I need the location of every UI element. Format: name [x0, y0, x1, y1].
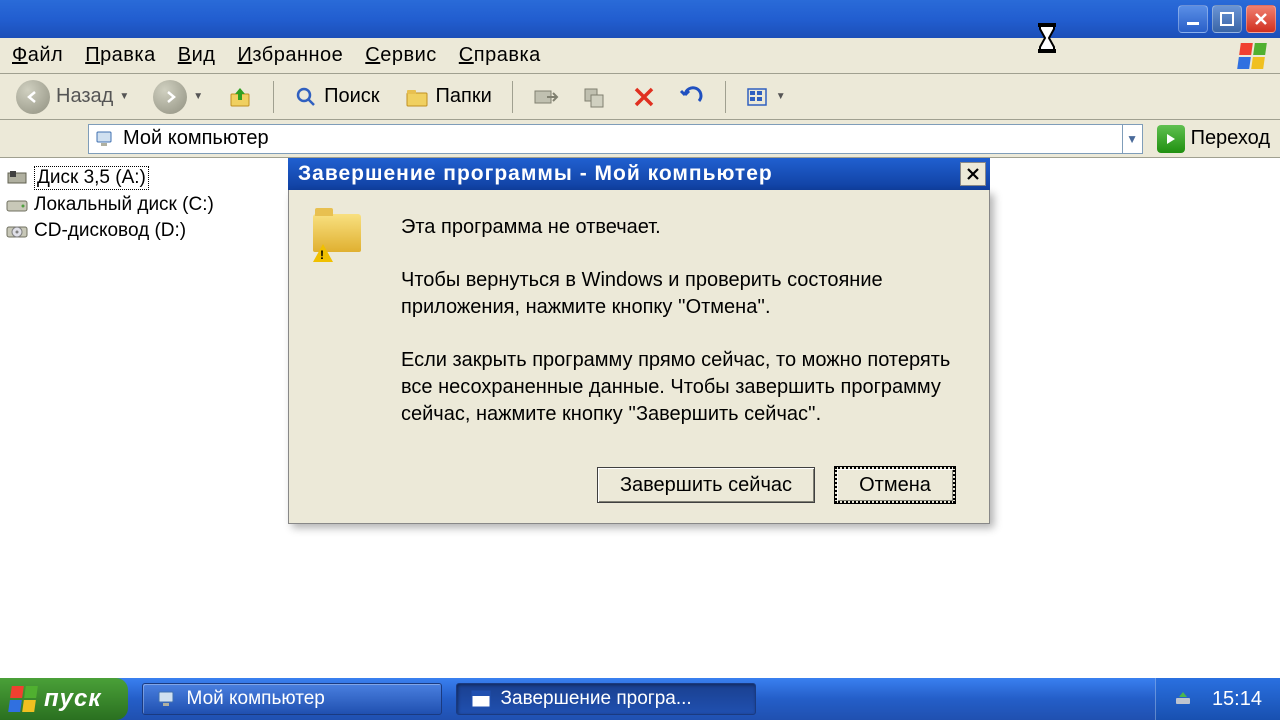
folders-icon [404, 85, 430, 109]
back-arrow-icon [16, 80, 50, 114]
copy-to-icon [583, 85, 609, 109]
my-computer-icon [157, 689, 177, 709]
undo-icon [679, 85, 705, 109]
dialog-line2: Чтобы вернуться в Windows и проверить со… [401, 267, 959, 321]
taskbar-item-explorer[interactable]: Мой компьютер [142, 683, 442, 715]
move-to-icon [533, 85, 559, 109]
up-button[interactable] [219, 80, 261, 114]
views-icon [746, 86, 770, 108]
my-computer-icon [95, 129, 115, 149]
folders-button[interactable]: Папки [396, 81, 500, 113]
end-program-dialog: Завершение программы - Мой компьютер Эта… [288, 158, 990, 524]
dialog-titlebar[interactable]: Завершение программы - Мой компьютер [288, 158, 990, 190]
go-label: Переход [1191, 127, 1270, 150]
toolbar-separator [725, 81, 726, 113]
views-button[interactable]: ▼ [738, 82, 794, 112]
copy-to-button[interactable] [575, 81, 617, 113]
menu-edit[interactable]: Правка [85, 44, 156, 67]
menu-favorites[interactable]: Избранное [237, 44, 343, 67]
back-label: Назад [56, 85, 113, 108]
task-label: Завершение програ... [501, 688, 692, 710]
search-label: Поиск [324, 85, 379, 108]
go-arrow-icon [1157, 125, 1185, 153]
delete-button[interactable] [625, 82, 663, 112]
forward-button[interactable]: ▼ [145, 76, 211, 118]
task-label: Мой компьютер [187, 688, 325, 710]
start-label: пуск [44, 685, 102, 713]
menu-help[interactable]: Справка [459, 44, 541, 67]
toolbar-separator [512, 81, 513, 113]
window-titlebar [0, 0, 1280, 38]
drive-label: Локальный диск (C:) [34, 194, 214, 216]
menu-file[interactable]: Файл [12, 44, 63, 67]
start-button[interactable]: пуск [0, 678, 128, 720]
cd-drive-icon [6, 222, 28, 240]
tray-safely-remove-icon [1174, 690, 1192, 708]
toolbar: Назад ▼ ▼ Поиск Папки [0, 74, 1280, 120]
menu-bar: Файл Правка Вид Избранное Сервис Справка [0, 38, 1280, 74]
taskbar-item-dialog[interactable]: Завершение програ... [456, 683, 756, 715]
drive-label: CD-дисковод (D:) [34, 220, 186, 242]
taskbar: пуск Мой компьютер Завершение програ... … [0, 678, 1280, 720]
address-text: Мой компьютер [123, 127, 1114, 150]
dialog-close-button[interactable] [960, 162, 986, 186]
clock: 15:14 [1212, 688, 1262, 711]
undo-button[interactable] [671, 81, 713, 113]
windows-logo-icon [8, 686, 38, 712]
drive-label: Диск 3,5 (A:) [34, 166, 149, 190]
dialog-message: Эта программа не отвечает. Чтобы вернуть… [401, 214, 959, 454]
search-button[interactable]: Поиск [286, 81, 387, 113]
address-bar-row: Мой компьютер ▼ Переход [0, 120, 1280, 158]
dialog-line1: Эта программа не отвечает. [401, 214, 959, 241]
hard-drive-icon [6, 196, 28, 214]
cancel-label: Отмена [859, 474, 931, 497]
folder-up-icon [227, 84, 253, 110]
toolbar-separator [273, 81, 274, 113]
dialog-title-text: Завершение программы - Мой компьютер [298, 162, 773, 186]
forward-dropdown-icon[interactable]: ▼ [193, 91, 203, 102]
end-now-label: Завершить сейчас [620, 474, 792, 497]
address-dropdown-icon[interactable]: ▼ [1122, 125, 1142, 153]
forward-arrow-icon [153, 80, 187, 114]
dialog-warning-folder-icon [313, 210, 369, 258]
menu-tools[interactable]: Сервис [365, 44, 437, 67]
dialog-body: Эта программа не отвечает. Чтобы вернуть… [288, 190, 990, 524]
system-tray[interactable]: 15:14 [1155, 678, 1280, 720]
close-button[interactable] [1246, 5, 1276, 33]
windows-flag-icon [1224, 40, 1280, 72]
minimize-button[interactable] [1178, 5, 1208, 33]
folders-label: Папки [436, 85, 492, 108]
move-to-button[interactable] [525, 81, 567, 113]
address-combobox[interactable]: Мой компьютер ▼ [88, 124, 1143, 154]
back-dropdown-icon[interactable]: ▼ [119, 91, 129, 102]
back-button[interactable]: Назад ▼ [8, 76, 137, 118]
dialog-line3: Если закрыть программу прямо сейчас, то … [401, 347, 959, 428]
window-icon [471, 690, 491, 708]
views-dropdown-icon[interactable]: ▼ [776, 91, 786, 102]
floppy-drive-icon [6, 169, 28, 187]
search-icon [294, 85, 318, 109]
end-now-button[interactable]: Завершить сейчас [597, 467, 815, 503]
maximize-button[interactable] [1212, 5, 1242, 33]
delete-icon [633, 86, 655, 108]
cancel-button[interactable]: Отмена [835, 467, 955, 503]
go-button[interactable]: Переход [1153, 124, 1274, 154]
menu-view[interactable]: Вид [178, 44, 216, 67]
